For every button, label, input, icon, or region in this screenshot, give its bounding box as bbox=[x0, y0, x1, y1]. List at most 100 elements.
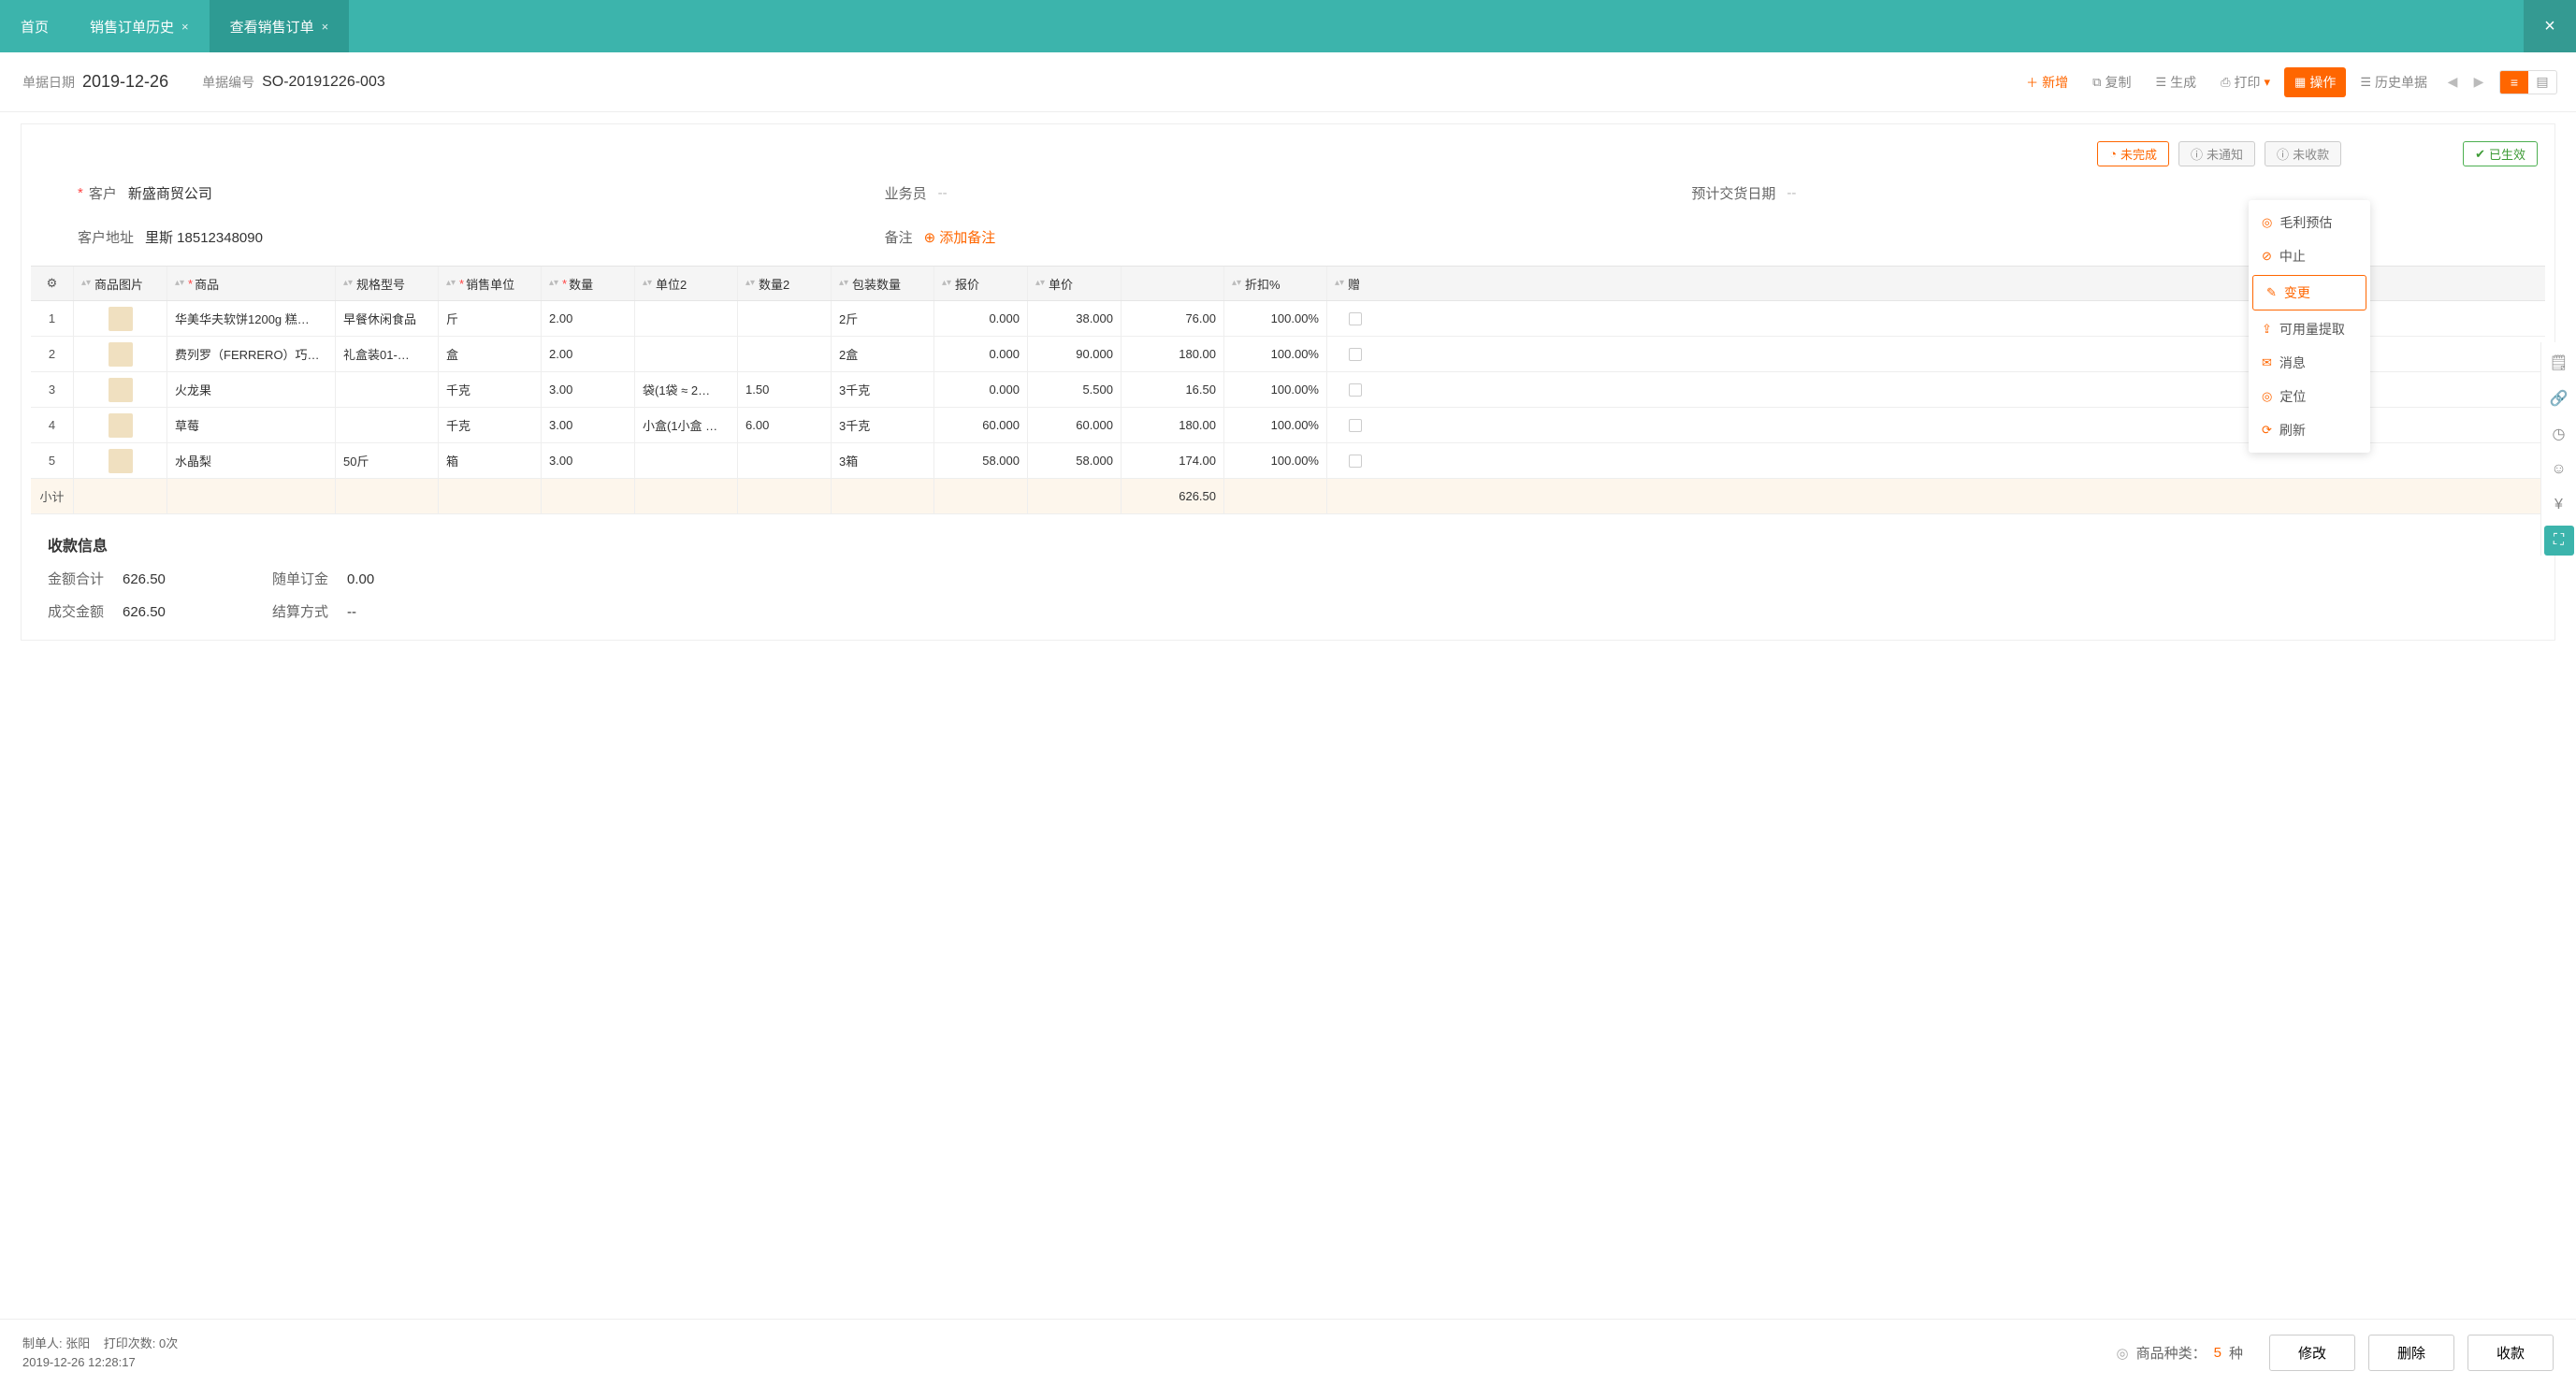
menu-locate[interactable]: ◎定位 bbox=[2249, 380, 2370, 413]
next-doc-button[interactable]: ▶ bbox=[2467, 71, 2490, 94]
cell-quote: 60.000 bbox=[934, 408, 1028, 442]
checkbox[interactable] bbox=[1349, 455, 1362, 468]
col-gift[interactable]: ▴▾赠 bbox=[1327, 267, 1383, 300]
operations-button[interactable]: ▦操作 bbox=[2284, 67, 2346, 97]
cell-image bbox=[74, 301, 167, 336]
info-grid: *客户新盛商贸公司 业务员-- 预计交货日期-- 客户地址里斯 18512348… bbox=[22, 174, 2554, 260]
cell-product: 华美华夫软饼1200g 糕… bbox=[167, 301, 336, 336]
app-close-button[interactable]: × bbox=[2524, 0, 2576, 52]
cell-discount: 100.00% bbox=[1224, 337, 1327, 371]
rail-expand-icon[interactable]: ⛶ bbox=[2544, 526, 2574, 556]
status-active[interactable]: ✔已生效 bbox=[2463, 141, 2538, 166]
rail-clock-icon[interactable]: ◷ bbox=[2544, 419, 2574, 449]
view-list-button[interactable]: ≡ bbox=[2500, 71, 2528, 94]
cell-quote: 0.000 bbox=[934, 337, 1028, 371]
tab-history[interactable]: 销售订单历史× bbox=[69, 0, 210, 52]
copy-button[interactable]: ⧉复制 bbox=[2082, 67, 2141, 97]
generate-button[interactable]: ☰生成 bbox=[2145, 67, 2207, 97]
collect-button[interactable]: 收款 bbox=[2467, 1335, 2554, 1371]
cell-amount: 16.50 bbox=[1122, 372, 1224, 407]
cell-unit2 bbox=[635, 301, 738, 336]
checkbox[interactable] bbox=[1349, 348, 1362, 361]
col-settings[interactable]: ⚙ bbox=[31, 267, 74, 300]
operations-menu: ◎毛利预估 ⊘中止 ✎变更 ⇪可用量提取 ✉消息 ◎定位 ⟳刷新 bbox=[2249, 200, 2370, 453]
col-unit[interactable]: ▴▾*销售单位 bbox=[439, 267, 542, 300]
table-row[interactable]: 3火龙果千克3.00袋(1袋 ≈ 2…1.503千克0.0005.50016.5… bbox=[31, 372, 2545, 408]
subtotal-amount: 626.50 bbox=[1122, 479, 1224, 513]
rail-note-icon[interactable]: 🗒 bbox=[2544, 348, 2574, 378]
close-icon[interactable]: × bbox=[322, 20, 329, 34]
close-icon[interactable]: × bbox=[181, 20, 189, 34]
col-quote[interactable]: ▴▾报价 bbox=[934, 267, 1028, 300]
message-icon: ✉ bbox=[2262, 355, 2272, 370]
cell-discount: 100.00% bbox=[1224, 301, 1327, 336]
col-pack[interactable]: ▴▾包装数量 bbox=[832, 267, 934, 300]
col-qty[interactable]: ▴▾*数量 bbox=[542, 267, 635, 300]
status-row: ◔未完成 ⓘ未通知 ⓘ未收款 ✔已生效 bbox=[22, 124, 2554, 174]
print-button[interactable]: ⎙打印▾ bbox=[2210, 67, 2280, 97]
checkbox[interactable] bbox=[1349, 383, 1362, 397]
table-row[interactable]: 4草莓千克3.00小盒(1小盒 …6.003千克60.00060.000180.… bbox=[31, 408, 2545, 443]
pay-settle: 结算方式-- bbox=[272, 601, 497, 621]
new-button[interactable]: ＋新增 bbox=[2016, 67, 2078, 97]
menu-change[interactable]: ✎变更 bbox=[2252, 275, 2366, 310]
product-thumb bbox=[109, 449, 133, 473]
menu-profit[interactable]: ◎毛利预估 bbox=[2249, 206, 2370, 239]
table-row[interactable]: 1华美华夫软饼1200g 糕…早餐休闲食品斤2.002斤0.00038.0007… bbox=[31, 301, 2545, 337]
pin-icon: ◎ bbox=[2262, 389, 2272, 404]
menu-message[interactable]: ✉消息 bbox=[2249, 346, 2370, 380]
prev-doc-button[interactable]: ◀ bbox=[2441, 71, 2464, 94]
add-note-button[interactable]: ⊕添加备注 bbox=[924, 227, 996, 247]
tag-icon: ◎ bbox=[2116, 1345, 2128, 1362]
rail-money-icon[interactable]: ¥ bbox=[2544, 490, 2574, 520]
field-note: 备注⊕添加备注 bbox=[885, 227, 1692, 247]
col-spec[interactable]: ▴▾规格型号 bbox=[336, 267, 439, 300]
table-row[interactable]: 2费列罗（FERRERO）巧…礼盒装01-…盒2.002盒0.00090.000… bbox=[31, 337, 2545, 372]
status-pending[interactable]: ◔未完成 bbox=[2097, 141, 2169, 166]
tab-view-order[interactable]: 查看销售订单× bbox=[210, 0, 350, 52]
cell-price: 90.000 bbox=[1028, 337, 1122, 371]
cell-pack: 3箱 bbox=[832, 443, 934, 478]
chevron-down-icon: ▾ bbox=[2265, 75, 2271, 90]
rail-link-icon[interactable]: 🔗 bbox=[2544, 383, 2574, 413]
row-number: 5 bbox=[31, 443, 74, 478]
history-docs-button[interactable]: ☰历史单据 bbox=[2350, 67, 2438, 97]
cell-spec: 50斤 bbox=[336, 443, 439, 478]
history-icon: ☰ bbox=[2360, 75, 2371, 90]
col-amount[interactable] bbox=[1122, 267, 1224, 300]
menu-refresh[interactable]: ⟳刷新 bbox=[2249, 413, 2370, 447]
cell-qty: 2.00 bbox=[542, 337, 635, 371]
checkbox[interactable] bbox=[1349, 312, 1362, 325]
edit-button[interactable]: 修改 bbox=[2269, 1335, 2355, 1371]
cell-product: 火龙果 bbox=[167, 372, 336, 407]
doc-meta-bar: 单据日期 2019-12-26 单据编号 SO-20191226-003 ＋新增… bbox=[0, 52, 2576, 112]
menu-availability[interactable]: ⇪可用量提取 bbox=[2249, 312, 2370, 346]
product-thumb bbox=[109, 413, 133, 438]
col-discount[interactable]: ▴▾折扣% bbox=[1224, 267, 1327, 300]
cell-discount: 100.00% bbox=[1224, 408, 1327, 442]
stop-icon: ⊘ bbox=[2262, 249, 2272, 264]
rail-user-icon[interactable]: ☺ bbox=[2544, 455, 2574, 484]
col-price[interactable]: ▴▾单价 bbox=[1028, 267, 1122, 300]
refresh-icon: ⟳ bbox=[2262, 423, 2272, 438]
col-qty2[interactable]: ▴▾数量2 bbox=[738, 267, 832, 300]
cell-gift bbox=[1327, 372, 1383, 407]
view-grid-button[interactable]: ▤ bbox=[2528, 71, 2556, 94]
col-image[interactable]: ▴▾商品图片 bbox=[74, 267, 167, 300]
cell-unit2: 袋(1袋 ≈ 2… bbox=[635, 372, 738, 407]
menu-stop[interactable]: ⊘中止 bbox=[2249, 239, 2370, 273]
tab-home[interactable]: 首页 bbox=[0, 0, 69, 52]
cell-product: 草莓 bbox=[167, 408, 336, 442]
footer-bar: 制单人: 张阳 打印次数: 0次 2019-12-26 12:28:17 ◎ 商… bbox=[0, 1319, 2576, 1386]
col-product[interactable]: ▴▾*商品 bbox=[167, 267, 336, 300]
col-unit2[interactable]: ▴▾单位2 bbox=[635, 267, 738, 300]
cell-price: 58.000 bbox=[1028, 443, 1122, 478]
checkbox[interactable] bbox=[1349, 419, 1362, 432]
cell-unit2: 小盒(1小盒 … bbox=[635, 408, 738, 442]
status-nonotify[interactable]: ⓘ未通知 bbox=[2178, 141, 2255, 166]
status-unpaid[interactable]: ⓘ未收款 bbox=[2265, 141, 2341, 166]
row-number: 4 bbox=[31, 408, 74, 442]
info-icon: ⓘ bbox=[2191, 145, 2203, 163]
delete-button[interactable]: 删除 bbox=[2368, 1335, 2454, 1371]
table-row[interactable]: 5水晶梨50斤箱3.003箱58.00058.000174.00100.00% bbox=[31, 443, 2545, 479]
